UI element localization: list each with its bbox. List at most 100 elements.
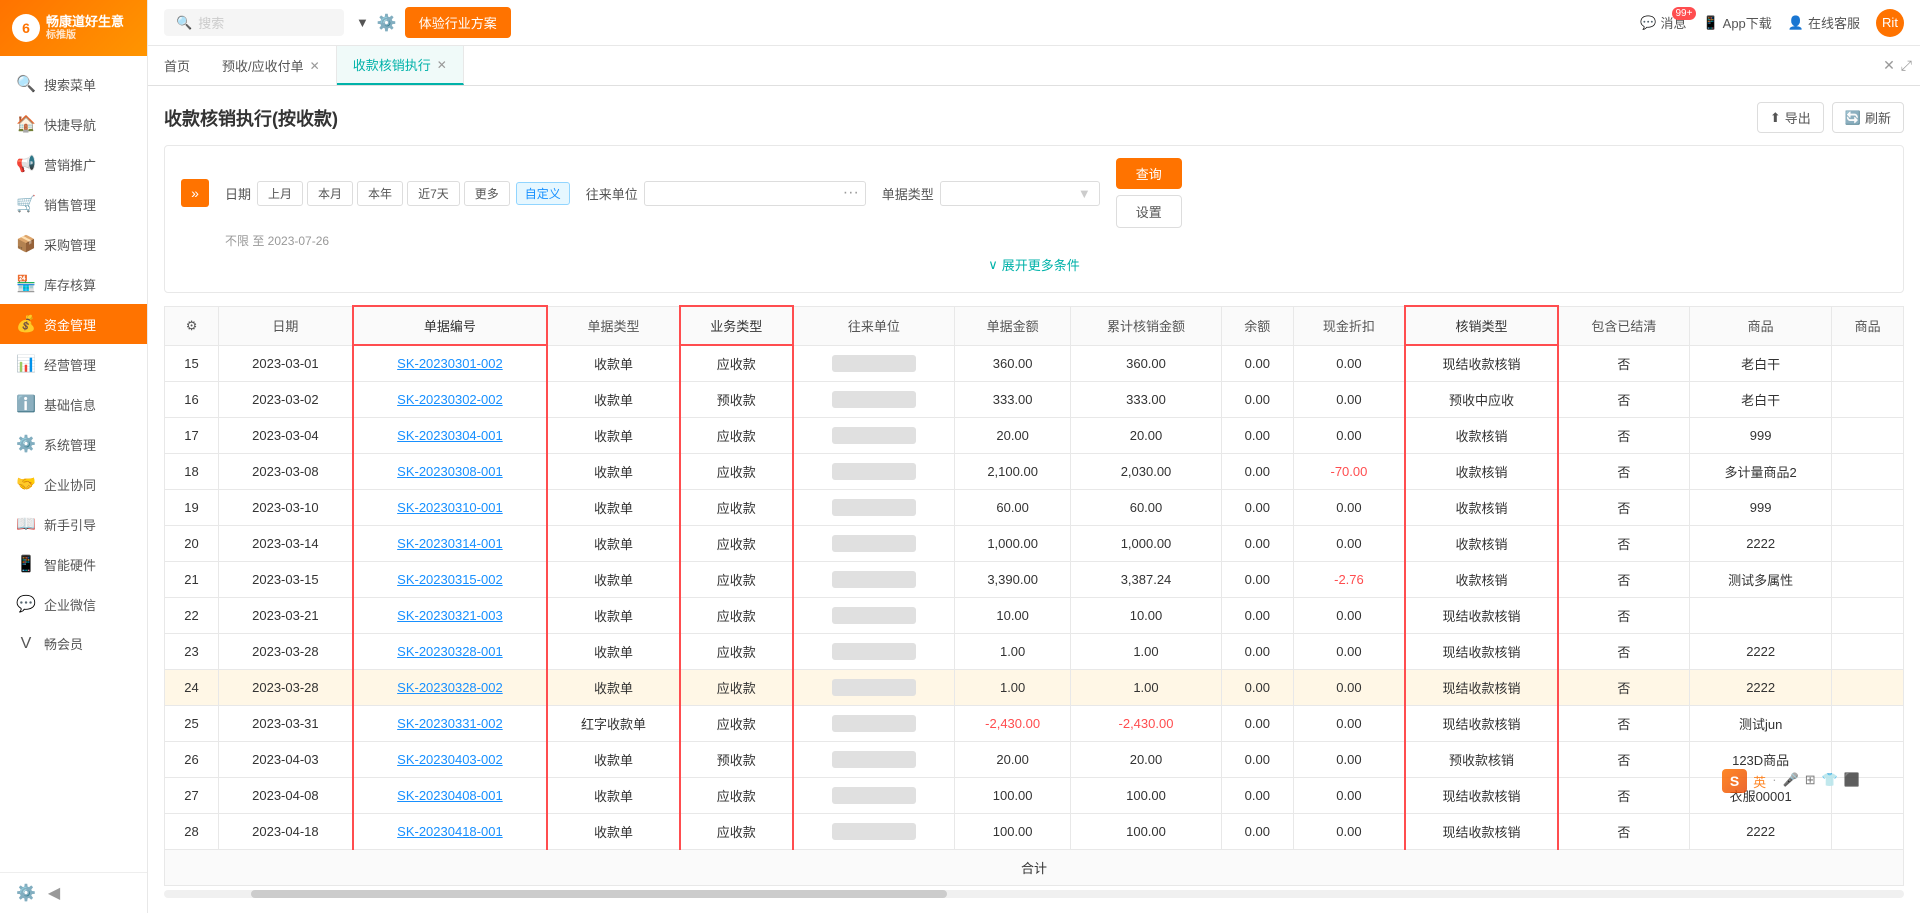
search-icon: 🔍 [16, 74, 36, 94]
col-discount: 现金折扣 [1293, 306, 1405, 345]
cell-product: 999 [1690, 490, 1832, 526]
scrollbar-thumb[interactable] [251, 890, 947, 898]
cell-discount: 0.00 [1293, 778, 1405, 814]
voucher-no-link[interactable]: SK-20230308-001 [397, 464, 503, 479]
online-service-button[interactable]: 👤 在线客服 [1788, 13, 1860, 32]
cell-seq: 27 [165, 778, 219, 814]
cell-date: 2023-04-18 [219, 814, 353, 850]
cell-amount: 2,100.00 [955, 454, 1071, 490]
table-row: 26 2023-04-03 SK-20230403-002 收款单 预收款 ██… [165, 742, 1904, 778]
date-btn-7days[interactable]: 近7天 [407, 181, 460, 206]
data-table: ⚙ 日期 单据编号 单据类型 业务类型 往来单位 单据金额 累计核销金额 余额 … [164, 305, 1904, 886]
message-button[interactable]: 💬 消息 99+ [1640, 13, 1686, 32]
sidebar-item-sales[interactable]: 🛒 销售管理 [0, 184, 147, 224]
refresh-button[interactable]: 🔄 刷新 [1832, 102, 1904, 133]
date-btn-last-month[interactable]: 上月 [257, 181, 303, 206]
partner-input[interactable] [645, 182, 837, 205]
cell-included: 否 [1558, 490, 1690, 526]
voucher-no-link[interactable]: SK-20230403-002 [397, 752, 503, 767]
cell-biz-type: 预收款 [680, 382, 793, 418]
cell-discount: 0.00 [1293, 345, 1405, 382]
voucher-no-link[interactable]: SK-20230304-001 [397, 428, 503, 443]
sidebar-item-member[interactable]: V 畅会员 [0, 624, 147, 663]
export-button[interactable]: ⬆ 导出 [1757, 102, 1824, 133]
sidebar-item-marketing[interactable]: 📢 营销推广 [0, 144, 147, 184]
tab-home[interactable]: 首页 [148, 46, 206, 85]
wm-icons: 英 · 🎤 ⊞ 👕 ⬛ [1753, 772, 1860, 791]
cell-discount: -2.76 [1293, 562, 1405, 598]
cell-verified: 2,030.00 [1071, 454, 1222, 490]
sidebar-item-inventory[interactable]: 🏪 库存核算 [0, 264, 147, 304]
cell-included: 否 [1558, 454, 1690, 490]
sidebar-item-finance[interactable]: 💰 资金管理 [0, 304, 147, 344]
cell-voucher-type: 收款单 [547, 490, 680, 526]
tab-close-icon[interactable]: ✕ [1883, 57, 1895, 74]
cell-balance: 0.00 [1221, 345, 1293, 382]
tab-maximize-icon[interactable]: ⤢ [1901, 57, 1912, 74]
voucher-no-link[interactable]: SK-20230331-002 [397, 716, 503, 731]
partner-dots[interactable]: ··· [837, 184, 865, 202]
cell-verify-type: 现结收款核销 [1405, 634, 1557, 670]
cell-product: 2222 [1690, 526, 1832, 562]
voucher-no-link[interactable]: SK-20230314-001 [397, 536, 503, 551]
cell-biz-type: 应收款 [680, 345, 793, 382]
col-partner: 往来单位 [793, 306, 955, 345]
col-balance: 余额 [1221, 306, 1293, 345]
sidebar-item-guide[interactable]: 📖 新手引导 [0, 504, 147, 544]
solution-button[interactable]: 体验行业方案 [405, 7, 511, 38]
voucher-no-link[interactable]: SK-20230310-001 [397, 500, 503, 515]
voucher-no-link[interactable]: SK-20230302-002 [397, 392, 503, 407]
cell-included: 否 [1558, 814, 1690, 850]
table-scrollbar[interactable] [164, 890, 1904, 898]
cell-biz-type: 应收款 [680, 670, 793, 706]
voucher-no-link[interactable]: SK-20230328-001 [397, 644, 503, 659]
voucher-no-link[interactable]: SK-20230301-002 [397, 356, 503, 371]
query-button[interactable]: 查询 [1116, 158, 1182, 189]
expand-toggle[interactable]: » [181, 179, 209, 207]
expand-more-button[interactable]: ∨ 展开更多条件 [181, 249, 1887, 280]
voucher-no-link[interactable]: SK-20230418-001 [397, 824, 503, 839]
custom-date-tag[interactable]: 自定义 [516, 182, 570, 205]
cell-biz-type: 应收款 [680, 490, 793, 526]
sidebar-item-search[interactable]: 🔍 搜索菜单 [0, 64, 147, 104]
inventory-icon: 🏪 [16, 274, 36, 294]
cell-product: 老白干 [1690, 382, 1832, 418]
date-btn-this-year[interactable]: 本年 [357, 181, 403, 206]
tab-prepay-close[interactable]: ✕ [310, 59, 320, 73]
partner-input-wrap: ··· [644, 181, 866, 206]
online-service-label: 在线客服 [1808, 13, 1860, 32]
wm-icon-puzzle: ⬛ [1844, 772, 1860, 791]
voucher-no-link[interactable]: SK-20230408-001 [397, 788, 503, 803]
sidebar: 6 畅康道好生意 标推版 🔍 搜索菜单 🏠 快捷导航 📢 营销推广 🛒 销售管理… [0, 0, 148, 913]
settings-gear-icon[interactable]: ⚙️ [16, 883, 36, 903]
sidebar-item-system[interactable]: ⚙️ 系统管理 [0, 424, 147, 464]
tab-prepay[interactable]: 预收/应收付单 ✕ [206, 46, 337, 85]
topbar-dropdown[interactable]: ▼ [352, 15, 369, 30]
sidebar-item-wechat[interactable]: 💬 企业微信 [0, 584, 147, 624]
settings-icon[interactable]: ⚙️ [377, 13, 397, 33]
tab-receipt-close[interactable]: ✕ [437, 58, 447, 72]
tab-receipt[interactable]: 收款核销执行 ✕ [337, 46, 464, 85]
sidebar-item-label: 畅会员 [44, 634, 83, 653]
sidebar-item-purchase[interactable]: 📦 采购管理 [0, 224, 147, 264]
sidebar-item-enterprise[interactable]: 🤝 企业协同 [0, 464, 147, 504]
user-avatar[interactable]: Rit [1876, 9, 1904, 37]
voucher-no-link[interactable]: SK-20230315-002 [397, 572, 503, 587]
app-download-button[interactable]: 📱 App下载 [1702, 13, 1771, 32]
home-icon: 🏠 [16, 114, 36, 134]
date-btn-more[interactable]: 更多 [464, 181, 510, 206]
col-settings[interactable]: ⚙ [165, 306, 219, 345]
voucher-no-link[interactable]: SK-20230328-002 [397, 680, 503, 695]
cell-partner: ████ [793, 706, 955, 742]
voucher-no-link[interactable]: SK-20230321-003 [397, 608, 503, 623]
cell-voucher-type: 收款单 [547, 526, 680, 562]
collapse-icon[interactable]: ◀ [48, 883, 60, 903]
sidebar-item-base[interactable]: ℹ️ 基础信息 [0, 384, 147, 424]
date-btn-this-month[interactable]: 本月 [307, 181, 353, 206]
sidebar-item-hardware[interactable]: 📱 智能硬件 [0, 544, 147, 584]
sidebar-item-operations[interactable]: 📊 经营管理 [0, 344, 147, 384]
settings-button[interactable]: 设置 [1116, 195, 1182, 228]
search-box[interactable]: 🔍 搜索 [164, 9, 344, 36]
sidebar-item-shortcuts[interactable]: 🏠 快捷导航 [0, 104, 147, 144]
cell-balance: 0.00 [1221, 490, 1293, 526]
